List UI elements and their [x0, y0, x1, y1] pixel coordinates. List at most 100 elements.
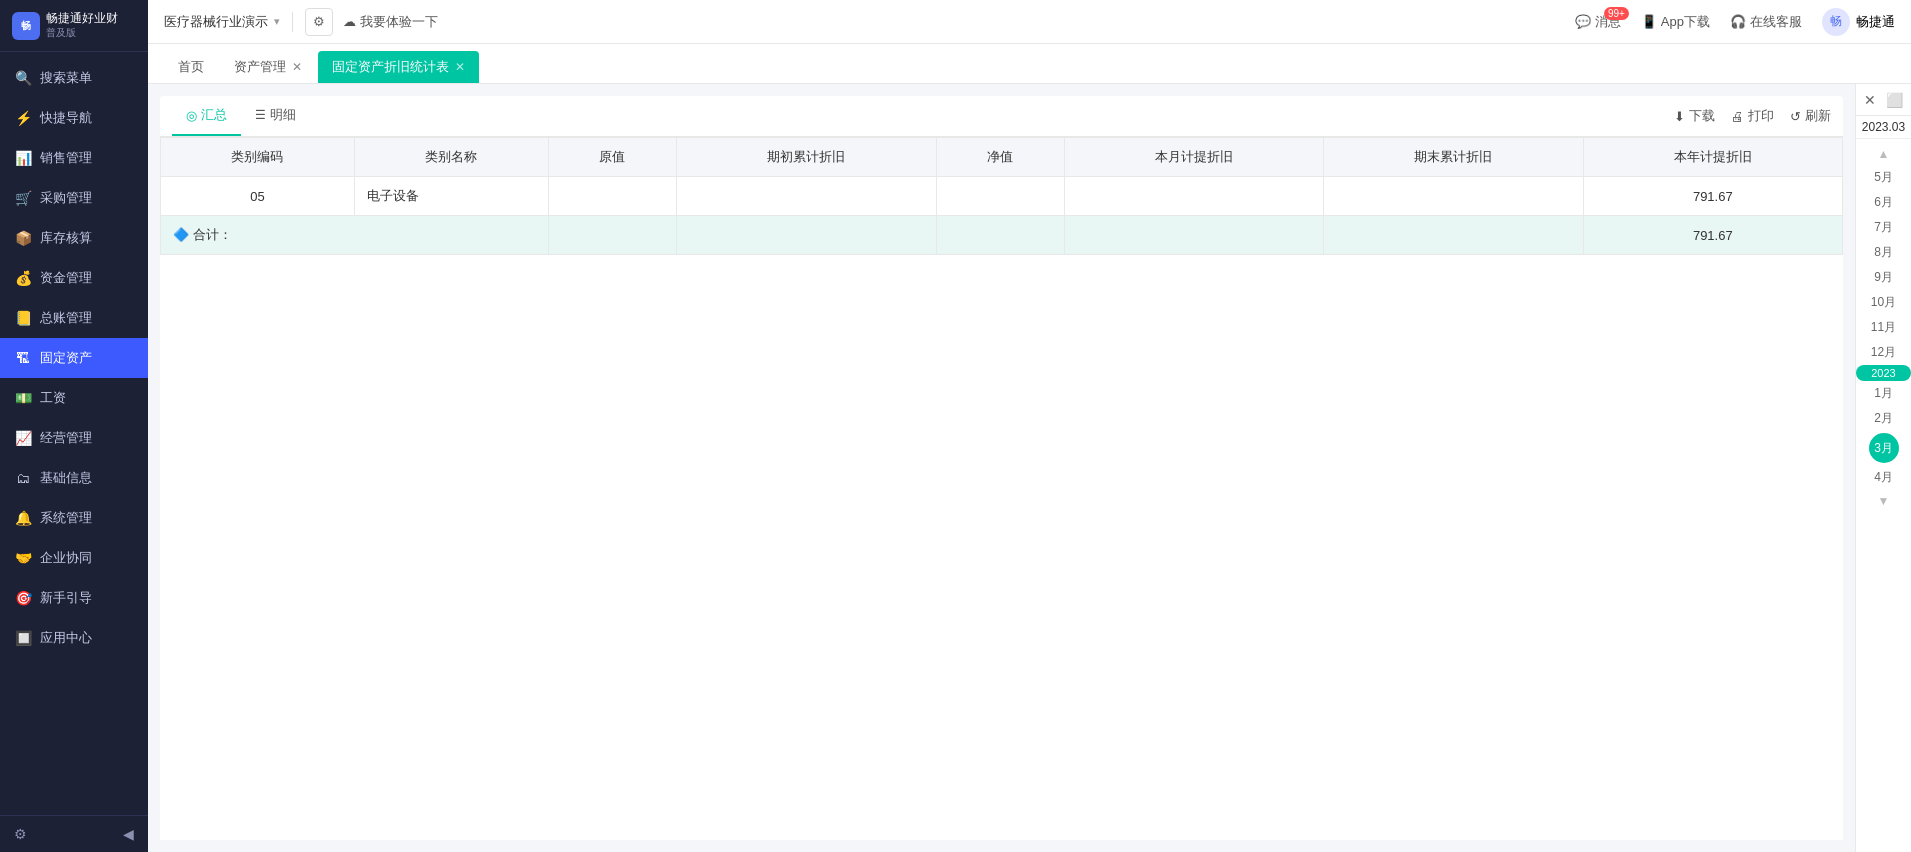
logo-icon: 畅 [12, 12, 40, 40]
download-icon: ⬇ [1674, 109, 1685, 124]
tab-asset-mgmt[interactable]: 资产管理 ✕ [220, 51, 316, 83]
username: 畅捷通 [1856, 13, 1895, 31]
sum-period-end [1324, 216, 1583, 255]
sidebar-nav: 🔍 搜索菜单 ⚡ 快捷导航 📊 销售管理 🛒 采购管理 📦 库存核算 💰 资金管… [0, 52, 148, 815]
collapse-icon[interactable]: ◀ [123, 826, 134, 842]
sidebar-item-purchase[interactable]: 🛒 采购管理 [0, 178, 148, 218]
app-download-button[interactable]: 📱 App下载 [1641, 13, 1710, 31]
experience-label: 我要体验一下 [360, 13, 438, 31]
col-monthly: 本月计提折旧 [1064, 138, 1323, 177]
cell-period-end [1324, 177, 1583, 216]
experience-button[interactable]: ☁ 我要体验一下 [343, 13, 438, 31]
col-initial-accumulated: 期初累计折旧 [677, 138, 936, 177]
sidebar-item-funds[interactable]: 💰 资金管理 [0, 258, 148, 298]
online-service-button[interactable]: 🎧 在线客服 [1730, 13, 1802, 31]
tab-label-depreciation-stats: 固定资产折旧统计表 [332, 58, 449, 76]
print-icon: 🖨 [1731, 109, 1744, 124]
nav-label-ledger: 总账管理 [40, 309, 92, 327]
nav-label-quick-nav: 快捷导航 [40, 109, 92, 127]
sidebar-item-salary[interactable]: 💵 工资 [0, 378, 148, 418]
scroll-down-button[interactable]: ▼ [1856, 490, 1911, 512]
month-label[interactable]: 8月 [1856, 240, 1911, 265]
settings-icon[interactable]: ⚙ [14, 826, 27, 842]
sidebar-item-quick-nav[interactable]: ⚡ 快捷导航 [0, 98, 148, 138]
sidebar-item-operations[interactable]: 📈 经营管理 [0, 418, 148, 458]
col-name: 类别名称 [354, 138, 548, 177]
sidebar-item-basic-info[interactable]: 🗂 基础信息 [0, 458, 148, 498]
print-button[interactable]: 🖨 打印 [1731, 107, 1774, 125]
month-item[interactable]: 2月 [1856, 406, 1911, 431]
month-label[interactable]: 7月 [1856, 215, 1911, 240]
sidebar-item-guide[interactable]: 🎯 新手引导 [0, 578, 148, 618]
table-row[interactable]: 05 电子设备 791.67 [161, 177, 1843, 216]
user-menu[interactable]: 畅 畅捷通 [1822, 8, 1895, 36]
sum-original [548, 216, 676, 255]
month-label[interactable]: 6月 [1856, 190, 1911, 215]
sum-label: 🔷合计： [161, 216, 549, 255]
sidebar-item-sales[interactable]: 📊 销售管理 [0, 138, 148, 178]
scroll-up-button[interactable]: ▲ [1856, 143, 1911, 165]
company-selector[interactable]: 医疗器械行业演示 ▾ [164, 13, 280, 31]
download-label: 下载 [1689, 107, 1715, 125]
logo-subtitle: 普及版 [46, 26, 118, 40]
month-label[interactable]: 5月 [1856, 165, 1911, 190]
refresh-icon: ↺ [1790, 109, 1801, 124]
month-item[interactable]: 1月 [1856, 381, 1911, 406]
col-net-value: 净值 [936, 138, 1064, 177]
tab-label-asset-mgmt: 资产管理 [234, 58, 286, 76]
nav-label-funds: 资金管理 [40, 269, 92, 287]
tab-home[interactable]: 首页 [164, 51, 218, 83]
current-period: 2023.03 [1856, 116, 1911, 139]
nav-icon-sales: 📊 [14, 149, 32, 167]
sum-monthly [1064, 216, 1323, 255]
topbar-divider [292, 12, 293, 32]
dropdown-icon: ▾ [274, 15, 280, 28]
expand-icon[interactable]: ⬜ [1886, 92, 1903, 108]
right-panel-scroll[interactable]: ▲5月6月7月8月9月10月11月12月20231月2月3月4月▼ [1856, 139, 1911, 852]
close-icon[interactable]: ✕ [1864, 92, 1876, 108]
message-button[interactable]: 💬 消息 99+ [1575, 13, 1621, 31]
nav-label-enterprise: 企业协同 [40, 549, 92, 567]
month-label[interactable]: 12月 [1856, 340, 1911, 365]
tab-depreciation-stats[interactable]: 固定资产折旧统计表 ✕ [318, 51, 479, 83]
cell-name: 电子设备 [354, 177, 548, 216]
gear-icon: ⚙ [313, 14, 325, 29]
topbar-settings-button[interactable]: ⚙ [305, 8, 333, 36]
year-label-2023[interactable]: 2023 [1856, 365, 1911, 381]
refresh-button[interactable]: ↺ 刷新 [1790, 107, 1831, 125]
nav-icon-inventory: 📦 [14, 229, 32, 247]
tab-close-depreciation-stats[interactable]: ✕ [455, 61, 465, 73]
nav-label-operations: 经营管理 [40, 429, 92, 447]
nav-label-app-center: 应用中心 [40, 629, 92, 647]
tab-label-home: 首页 [178, 58, 204, 76]
month-label[interactable]: 9月 [1856, 265, 1911, 290]
tab-close-asset-mgmt[interactable]: ✕ [292, 61, 302, 73]
month-label[interactable]: 10月 [1856, 290, 1911, 315]
sidebar-item-app-center[interactable]: 🔲 应用中心 [0, 618, 148, 658]
tab-summary[interactable]: ◎ 汇总 [172, 96, 241, 136]
month-label[interactable]: 11月 [1856, 315, 1911, 340]
nav-icon-ledger: 📒 [14, 309, 32, 327]
month-item[interactable]: 4月 [1856, 465, 1911, 490]
download-button[interactable]: ⬇ 下载 [1674, 107, 1715, 125]
sum-annual: 791.67 [1583, 216, 1842, 255]
nav-label-guide: 新手引导 [40, 589, 92, 607]
nav-label-fixed-assets: 固定资产 [40, 349, 92, 367]
sidebar-item-enterprise[interactable]: 🤝 企业协同 [0, 538, 148, 578]
right-panel-header: ✕ ⬜ [1856, 84, 1911, 116]
subtab-bar: ◎ 汇总 ☰ 明细 ⬇ 下载 🖨 打印 [160, 96, 1843, 137]
detail-tab-icon: ☰ [255, 108, 266, 122]
sidebar-item-inventory[interactable]: 📦 库存核算 [0, 218, 148, 258]
month-item[interactable]: 3月 [1869, 433, 1899, 463]
sidebar-item-ledger[interactable]: 📒 总账管理 [0, 298, 148, 338]
tab-detail[interactable]: ☰ 明细 [241, 96, 310, 136]
message-icon: 💬 [1575, 14, 1591, 29]
sum-net [936, 216, 1064, 255]
sidebar-item-sys-mgmt[interactable]: 🔔 系统管理 [0, 498, 148, 538]
nav-icon-app-center: 🔲 [14, 629, 32, 647]
sidebar-item-fixed-assets[interactable]: 🏗 固定资产 [0, 338, 148, 378]
sum-initial [677, 216, 936, 255]
col-annual: 本年计提折旧 [1583, 138, 1842, 177]
sidebar-item-search[interactable]: 🔍 搜索菜单 [0, 58, 148, 98]
nav-icon-purchase: 🛒 [14, 189, 32, 207]
